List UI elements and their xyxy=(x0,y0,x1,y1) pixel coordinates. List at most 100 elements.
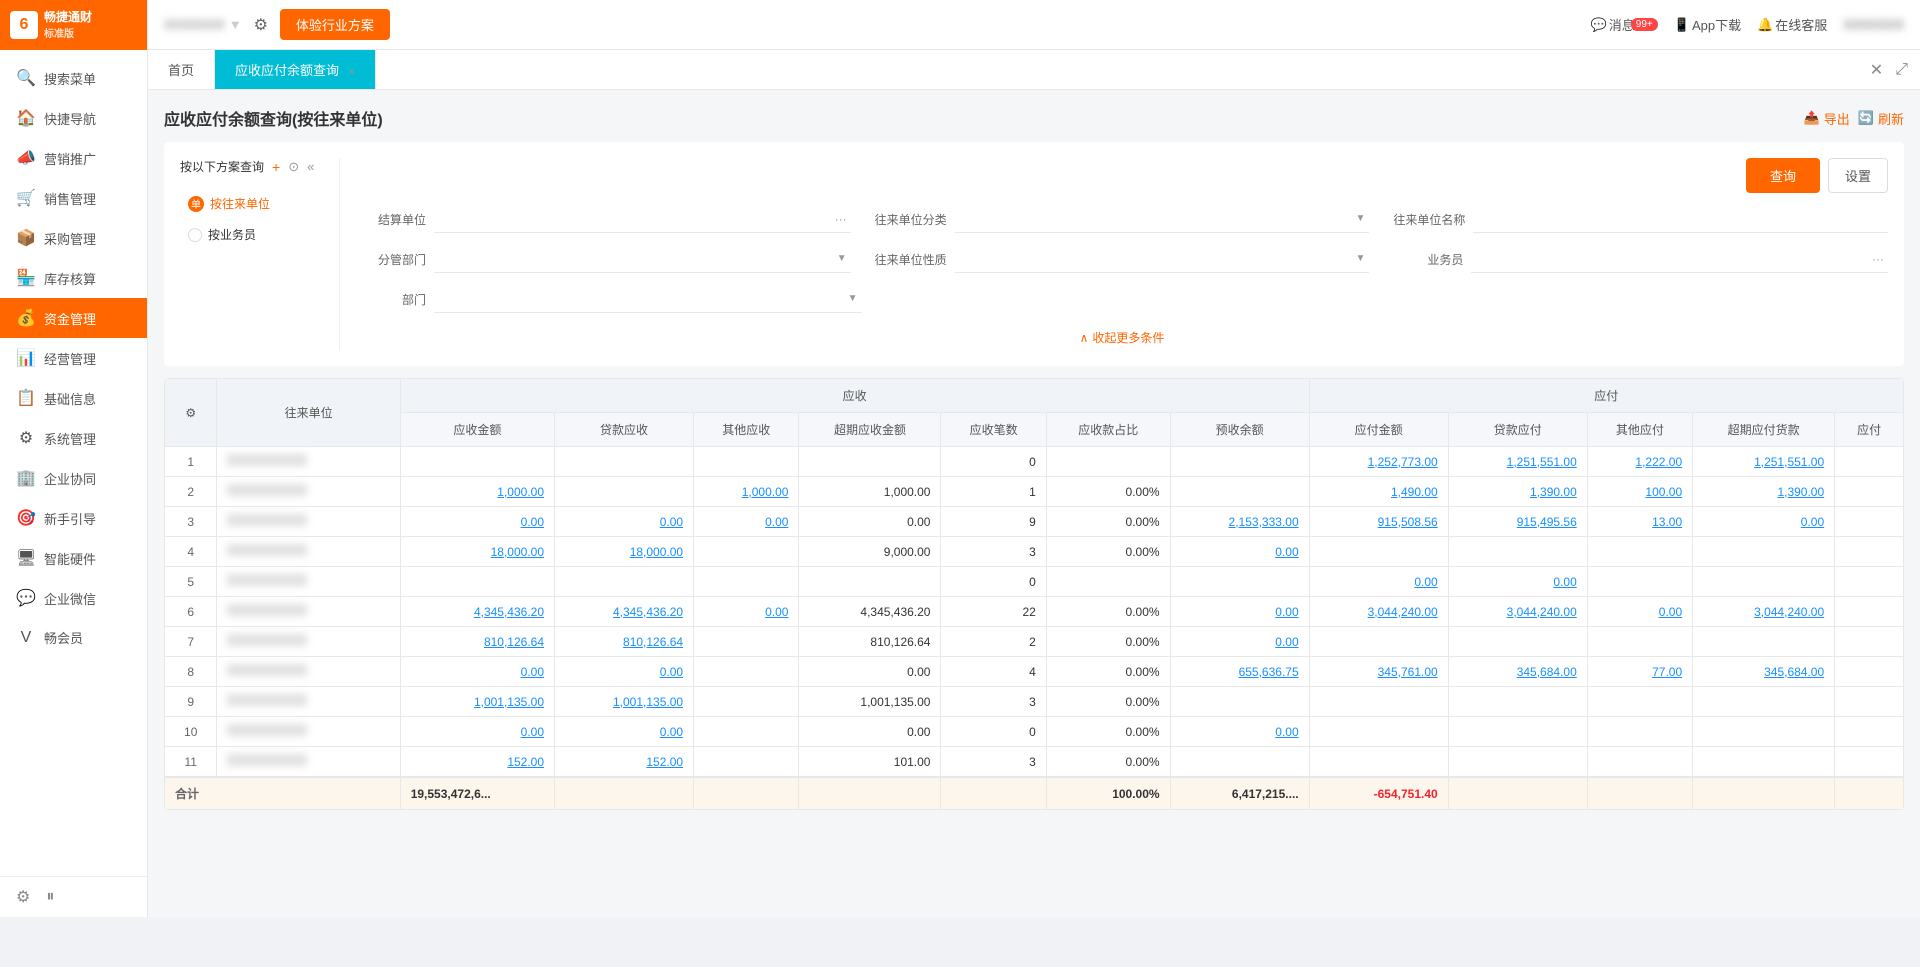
table-row: 80.000.000.0040.00%655,636.75345,761.003… xyxy=(165,657,1904,687)
table-row: 30.000.000.000.0090.00%2,153,333.00915,5… xyxy=(165,507,1904,537)
online-service-section[interactable]: 🔔 在线客服 xyxy=(1757,15,1827,34)
sidebar-item-system[interactable]: ⚙ 系统管理 xyxy=(0,418,147,458)
settlement-unit-input[interactable] xyxy=(434,212,835,226)
logo: 6 畅捷通财 标准版 xyxy=(0,0,147,50)
sidebar-item-hardware[interactable]: 🖥 智能硬件 xyxy=(0,538,147,578)
dept-arrow: ▼ xyxy=(848,293,862,304)
query-btn[interactable]: 查询 xyxy=(1746,158,1820,193)
export-btn[interactable]: 📤 导出 xyxy=(1804,109,1850,128)
tab-bar: 首页 应收应付余额查询 × ✕ ⤢ xyxy=(148,50,1920,90)
td-unit xyxy=(217,447,400,477)
table-row: 7810,126.64810,126.64810,126.6420.00%0.0… xyxy=(165,627,1904,657)
table-row: 64,345,436.204,345,436.200.004,345,436.2… xyxy=(165,597,1904,627)
th-settings[interactable]: ⚙ xyxy=(165,379,217,447)
th-pay-tail: 应付 xyxy=(1835,413,1904,447)
salesperson-dots: ··· xyxy=(1872,252,1888,266)
search-method-label: 按以下方案查询 xyxy=(180,158,264,175)
sidebar-item-sales[interactable]: 🛒 销售管理 xyxy=(0,178,147,218)
th-recv-ratio: 应收款占比 xyxy=(1046,413,1170,447)
sidebar-item-marketing[interactable]: 📣 营销推广 xyxy=(0,138,147,178)
sidebar-item-search[interactable]: 🔍 搜索菜单 xyxy=(0,58,147,98)
unit-nature-wrapper[interactable]: ▼ xyxy=(955,245,1370,273)
sidebar-item-finance[interactable]: 💰 资金管理 xyxy=(0,298,147,338)
unit-nature-arrow: ▼ xyxy=(1355,253,1369,264)
gear-icon: ⚙ xyxy=(16,428,36,448)
message-icon: 💬 xyxy=(1591,17,1607,33)
unit-category-input[interactable] xyxy=(955,212,1356,226)
page-title-bar: 应收应付余额查询(按往来单位) 📤 导出 🔄 刷新 xyxy=(164,106,1904,130)
sidebar-menu: 🔍 搜索菜单 🏠 快捷导航 📣 营销推广 🛒 销售管理 📦 采购管理 🏪 库存核… xyxy=(0,50,147,876)
unit-name-wrapper[interactable] xyxy=(1473,205,1888,233)
window-close-btn[interactable]: ✕ xyxy=(1866,56,1887,84)
search-field-salesperson: 业务员 ··· xyxy=(1393,245,1888,273)
target-icon: 🎯 xyxy=(16,508,36,528)
method-unit-icon: 单 xyxy=(188,196,204,212)
collapse-row[interactable]: ∧ 收起更多条件 xyxy=(356,325,1888,350)
sidebar-item-operations[interactable]: 📊 经营管理 xyxy=(0,338,147,378)
td-unit xyxy=(217,747,400,778)
sidebar-item-vip[interactable]: V 畅会员 xyxy=(0,618,147,657)
tab-close-btn[interactable]: × xyxy=(349,66,355,78)
tab-receivable[interactable]: 应收应付余额查询 × xyxy=(215,50,376,89)
settlement-dots: ··· xyxy=(835,212,851,226)
method-settings-btn[interactable]: ⊙ xyxy=(288,159,299,175)
breadcrumb-text: XXXXXXX xyxy=(164,17,225,32)
sidebar-item-guide[interactable]: 🎯 新手引导 xyxy=(0,498,147,538)
dept-input[interactable] xyxy=(434,292,848,306)
table-row: 500.000.00 xyxy=(165,567,1904,597)
salesperson-wrapper[interactable]: ··· xyxy=(1471,245,1888,273)
refresh-icon: 🔄 xyxy=(1858,110,1874,126)
user-name[interactable]: XXXXXXX xyxy=(1843,17,1904,32)
table-row: 101,252,773.001,251,551.001,222.001,251,… xyxy=(165,447,1904,477)
method-by-staff[interactable]: 按业务员 xyxy=(180,222,323,247)
th-recv-amt: 应收金额 xyxy=(400,413,554,447)
table-row: 21,000.001,000.001,000.0010.00%1,490.001… xyxy=(165,477,1904,507)
search-field-unit-name: 往来单位名称 xyxy=(1393,205,1888,233)
method-collapse-btn[interactable]: « xyxy=(307,159,314,174)
tabs-right: ✕ ⤢ xyxy=(1866,56,1920,84)
refresh-btn[interactable]: 🔄 刷新 xyxy=(1858,109,1904,128)
th-overdue-recv: 超期应收金额 xyxy=(799,413,941,447)
window-expand-btn[interactable]: ⤢ xyxy=(1891,56,1912,84)
search-field-dept-manager: 分管部门 ▼ xyxy=(356,245,851,273)
cart-icon: 🛒 xyxy=(16,188,36,208)
unit-name-input[interactable] xyxy=(1473,212,1888,226)
sidebar-item-wechat[interactable]: 💬 企业微信 xyxy=(0,578,147,618)
table-row: 418,000.0018,000.009,000.0030.00%0.00 xyxy=(165,537,1904,567)
method-staff-radio xyxy=(188,228,202,242)
td-unit xyxy=(217,687,400,717)
setting-btn[interactable]: 设置 xyxy=(1828,158,1888,193)
sidebar-item-quicknav[interactable]: 🏠 快捷导航 xyxy=(0,98,147,138)
page-title: 应收应付余额查询(按往来单位) xyxy=(164,106,383,130)
sidebar-settings-icon[interactable]: ⚙ xyxy=(16,887,30,907)
logo-icon: 6 xyxy=(10,11,38,39)
sidebar-item-enterprise[interactable]: 🏢 企业协同 xyxy=(0,458,147,498)
dept-manager-wrapper[interactable]: ▼ xyxy=(434,245,851,273)
sidebar-collapse-icon[interactable]: ⏸ xyxy=(46,888,54,906)
th-receivable-group: 应收 xyxy=(400,379,1309,413)
dept-wrapper[interactable]: ▼ xyxy=(434,285,862,313)
td-unit xyxy=(217,597,400,627)
method-by-unit[interactable]: 单 按往来单位 xyxy=(180,191,323,216)
tab-home[interactable]: 首页 xyxy=(148,50,215,89)
messages-section[interactable]: 💬 消息 99+ xyxy=(1591,15,1658,34)
settlement-unit-input-wrapper[interactable]: ··· xyxy=(434,205,851,233)
sidebar-item-purchase[interactable]: 📦 采购管理 xyxy=(0,218,147,258)
app-download-section[interactable]: 📱 App下载 xyxy=(1674,15,1741,34)
box-icon: 📦 xyxy=(16,228,36,248)
search-field-row-3: 部门 ▼ xyxy=(356,285,1888,313)
app-edition: 标准版 xyxy=(44,25,92,40)
sidebar-item-basicinfo[interactable]: 📋 基础信息 xyxy=(0,378,147,418)
trial-btn[interactable]: 体验行业方案 xyxy=(280,9,390,40)
dept-manager-input[interactable] xyxy=(434,252,837,266)
unit-nature-input[interactable] xyxy=(955,252,1356,266)
search-panel: 按以下方案查询 + ⊙ « 单 按往来单位 按业务员 xyxy=(164,142,1904,366)
search-field-row-2: 分管部门 ▼ 往来单位性质 ▼ xyxy=(356,245,1888,273)
data-table-container: ⚙ 往来单位 应收 应付 应收金额 贷款应收 其他应收 超期应收金额 应收笔数 … xyxy=(164,378,1904,810)
unit-category-wrapper[interactable]: ▼ xyxy=(955,205,1370,233)
salesperson-input[interactable] xyxy=(1471,252,1872,266)
header-gear-icon[interactable]: ⚙ xyxy=(254,15,268,35)
th-unit: 往来单位 xyxy=(217,379,400,447)
add-method-btn[interactable]: + xyxy=(272,159,280,175)
sidebar-item-inventory[interactable]: 🏪 库存核算 xyxy=(0,258,147,298)
